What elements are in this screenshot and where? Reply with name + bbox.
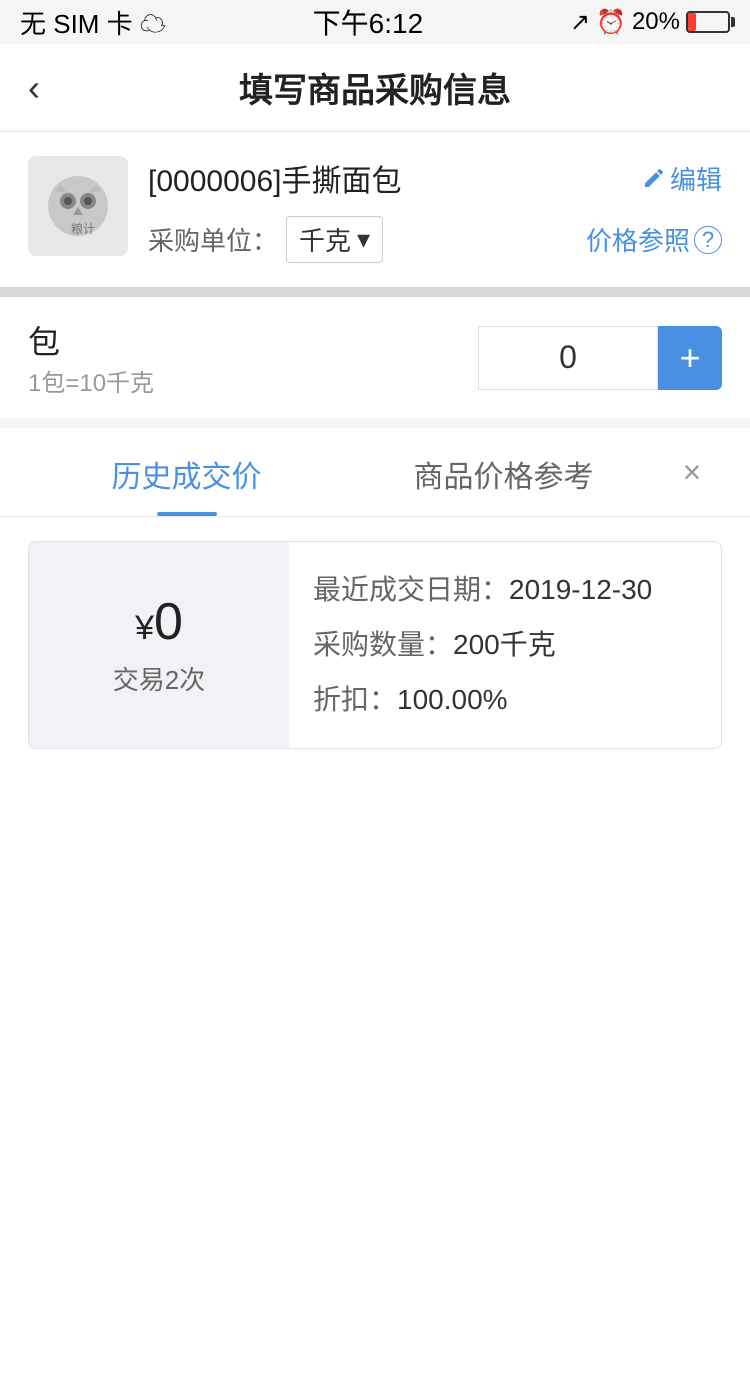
discount-value: 100.00% <box>397 684 508 715</box>
sim-status: 无 SIM 卡 ☁ <box>20 4 166 41</box>
battery-percentage: 20% <box>632 8 680 36</box>
tabs-section: 历史成交价 商品价格参考 × ¥0 交易2次 最近成交日期：2019-12-30… <box>0 428 750 773</box>
status-right: ↗ ⏰ 20% <box>570 8 730 37</box>
edit-button[interactable]: 编辑 <box>642 160 722 197</box>
product-name-row: [0000006]手撕面包 编辑 <box>148 156 722 200</box>
price-card: ¥0 交易2次 最近成交日期：2019-12-30 采购数量：200千克 折扣：… <box>28 541 722 749</box>
product-row: 粮计 [0000006]手撕面包 编辑 采购单位： 千克 <box>28 156 722 263</box>
purchase-unit-label: 采购单位： <box>148 221 278 258</box>
product-info: [0000006]手撕面包 编辑 采购单位： 千克 ▾ 价 <box>148 156 722 263</box>
purchase-quantity-row: 采购数量：200千克 <box>313 625 697 664</box>
price-ref-label: 价格参照 <box>586 221 690 258</box>
tab-close-button[interactable]: × <box>662 442 722 502</box>
price-amount: 0 <box>154 593 183 651</box>
price-display: ¥0 <box>135 592 183 652</box>
nav-bar: ‹ 填写商品采购信息 <box>0 44 750 132</box>
product-logo-svg: 粮计 <box>43 171 113 241</box>
unit-value: 千克 <box>299 221 351 258</box>
unit-select[interactable]: 千克 ▾ <box>286 216 383 263</box>
tab-product-price-ref[interactable]: 商品价格参考 <box>345 428 662 516</box>
discount-label: 折扣： <box>313 684 397 715</box>
svg-text:粮计: 粮计 <box>71 221 95 236</box>
status-left: 无 SIM 卡 ☁ <box>20 4 166 41</box>
quantity-plus-button[interactable]: + <box>658 326 722 390</box>
quantity-conversion: 1包=10千克 <box>28 363 154 398</box>
currency-symbol: ¥ <box>135 609 154 647</box>
price-cards-container: ¥0 交易2次 最近成交日期：2019-12-30 采购数量：200千克 折扣：… <box>0 517 750 773</box>
purchase-quantity-label: 采购数量： <box>313 629 453 660</box>
back-button[interactable]: ‹ <box>28 67 40 109</box>
battery-icon <box>686 11 730 33</box>
price-ref-button[interactable]: 价格参照 ? <box>586 221 722 258</box>
tab-history-price[interactable]: 历史成交价 <box>28 428 345 516</box>
page-title: 填写商品采购信息 <box>239 63 511 112</box>
signal-icon: ↗ <box>570 8 590 37</box>
product-thumbnail: 粮计 <box>28 156 128 256</box>
alarm-icon: ⏰ <box>596 8 626 37</box>
status-bar: 无 SIM 卡 ☁ 下午6:12 ↗ ⏰ 20% <box>0 0 750 44</box>
price-ref-help-icon[interactable]: ? <box>694 226 722 254</box>
product-image: 粮计 <box>38 166 118 246</box>
quantity-row: 包 1包=10千克 + <box>0 297 750 418</box>
quantity-labels: 包 1包=10千克 <box>28 317 154 398</box>
section-divider <box>0 287 750 297</box>
discount-row: 折扣：100.00% <box>313 680 697 719</box>
price-trades: 交易2次 <box>113 660 205 697</box>
recent-date-label: 最近成交日期： <box>313 574 509 605</box>
price-card-right: 最近成交日期：2019-12-30 采购数量：200千克 折扣：100.00% <box>289 542 721 748</box>
dropdown-arrow: ▾ <box>357 224 370 255</box>
quantity-control: + <box>478 326 722 390</box>
product-section: 粮计 [0000006]手撕面包 编辑 采购单位： 千克 <box>0 132 750 287</box>
product-name: [0000006]手撕面包 <box>148 156 401 200</box>
quantity-input[interactable] <box>478 326 658 390</box>
price-card-left: ¥0 交易2次 <box>29 542 289 748</box>
edit-icon <box>642 166 666 190</box>
tabs-header: 历史成交价 商品价格参考 × <box>0 428 750 517</box>
recent-date-value: 2019-12-30 <box>509 574 652 605</box>
recent-date-row: 最近成交日期：2019-12-30 <box>313 570 697 609</box>
status-time: 下午6:12 <box>313 2 424 42</box>
quantity-unit-label: 包 <box>28 317 154 363</box>
purchase-quantity-value: 200千克 <box>453 629 556 660</box>
purchase-unit-row: 采购单位： 千克 ▾ 价格参照 ? <box>148 216 722 263</box>
bottom-area <box>0 773 750 1373</box>
